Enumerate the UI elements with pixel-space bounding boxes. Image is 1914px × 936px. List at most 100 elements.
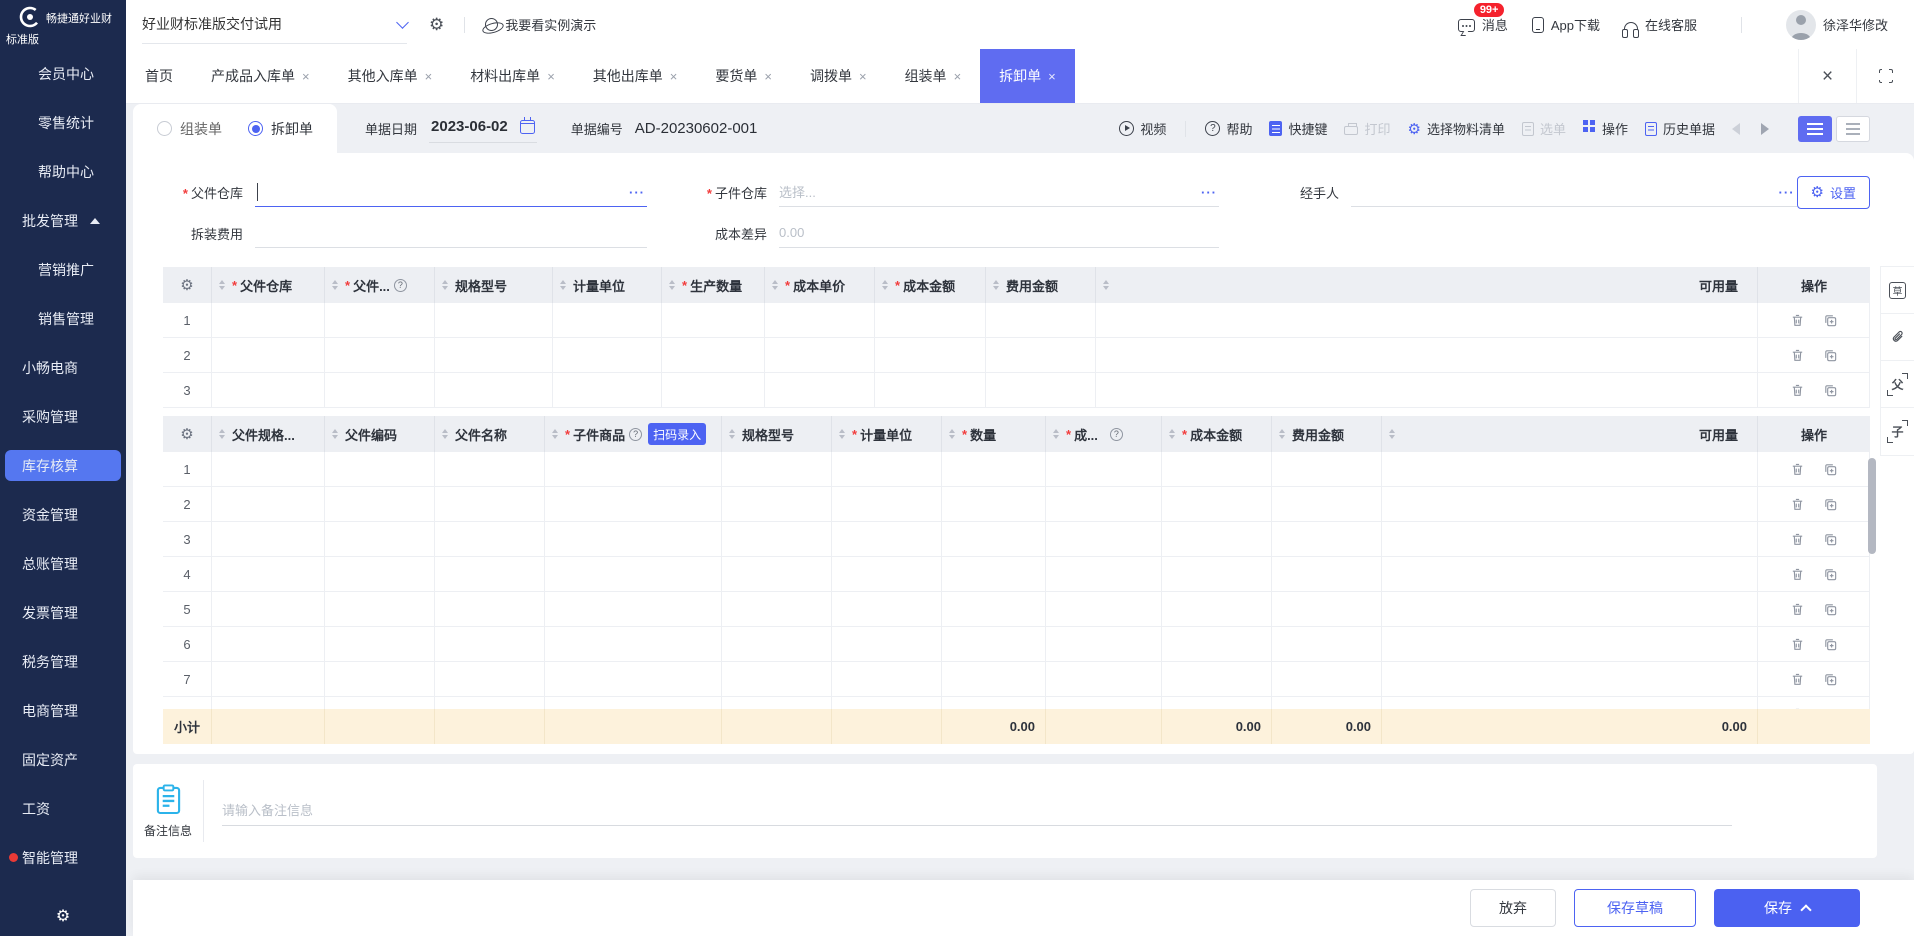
col-available-qty[interactable]: 可用量 (1096, 267, 1758, 303)
cell[interactable] (545, 662, 722, 696)
cell[interactable] (1046, 452, 1162, 486)
cell[interactable] (553, 338, 662, 372)
delete-row-icon[interactable] (1790, 567, 1805, 582)
sidebar-item-help-center[interactable]: 帮助中心 (0, 147, 126, 196)
cell[interactable] (545, 452, 722, 486)
parent-expand-tool-button[interactable]: 父 (1881, 361, 1914, 408)
cell[interactable] (325, 487, 435, 521)
copy-row-icon[interactable] (1823, 567, 1838, 582)
delete-row-icon[interactable] (1790, 637, 1805, 652)
cell[interactable] (662, 303, 765, 337)
tab-disassembly-active[interactable]: 拆卸单 × (980, 49, 1075, 103)
cell[interactable] (1272, 697, 1382, 709)
ellipsis-picker-icon[interactable] (629, 185, 645, 200)
delete-row-icon[interactable] (1790, 672, 1805, 687)
cell[interactable] (212, 303, 325, 337)
col-child-item[interactable]: 子件商品扫码录入 (545, 416, 722, 452)
help-circle-icon[interactable] (629, 427, 643, 441)
cell[interactable] (1046, 522, 1162, 556)
tab-transfer[interactable]: 调拨单 × (791, 49, 886, 103)
attachment-tool-button[interactable] (1881, 314, 1914, 361)
hotkey-button[interactable]: 快捷键 (1269, 119, 1327, 138)
cell[interactable] (765, 373, 875, 407)
cell[interactable] (722, 662, 832, 696)
tab-finished-goods-receipt[interactable]: 产成品入库单 × (192, 49, 329, 103)
cell[interactable] (1382, 697, 1758, 709)
sort-icon[interactable] (729, 428, 735, 440)
cell[interactable] (662, 338, 765, 372)
sidebar-item-purchase-mgmt[interactable]: 采购管理 (0, 392, 126, 441)
cell[interactable] (942, 452, 1046, 486)
cell[interactable] (832, 592, 942, 626)
cell[interactable] (942, 487, 1046, 521)
sort-icon[interactable] (772, 279, 778, 291)
col-fee-amount[interactable]: 费用金额 (1272, 416, 1382, 452)
col-available-qty[interactable]: 可用量 (1382, 416, 1758, 452)
cell[interactable] (435, 522, 545, 556)
save-draft-button[interactable]: 保存草稿 (1574, 889, 1696, 927)
cell[interactable] (325, 452, 435, 486)
sidebar-item-tax-mgmt[interactable]: 税务管理 (0, 637, 126, 686)
next-arrow-icon[interactable] (1761, 122, 1769, 135)
sidebar-item-smart-mgmt[interactable]: 智能管理 (0, 833, 126, 882)
cell[interactable] (545, 487, 722, 521)
cell[interactable] (722, 697, 832, 709)
cell[interactable] (435, 557, 545, 591)
col-unit[interactable]: 计量单位 (832, 416, 942, 452)
cell[interactable] (553, 303, 662, 337)
close-all-tabs-button[interactable]: × (1798, 49, 1856, 103)
cell[interactable] (875, 373, 986, 407)
cell[interactable] (545, 522, 722, 556)
cell[interactable] (212, 697, 325, 709)
select-bom-button[interactable]: 选择物料清单 (1407, 119, 1505, 138)
delete-row-icon[interactable] (1790, 383, 1805, 398)
sort-icon[interactable] (1103, 279, 1109, 291)
tab-other-receipt[interactable]: 其他入库单 × (329, 49, 452, 103)
sort-icon[interactable] (1053, 428, 1059, 440)
sort-icon[interactable] (332, 428, 338, 440)
col-unit-cost[interactable]: 成... (1046, 416, 1162, 452)
org-selector[interactable]: 好业财标准版交付试用 (142, 14, 409, 44)
cell[interactable] (1272, 662, 1382, 696)
sort-icon[interactable] (552, 428, 558, 440)
cell[interactable] (1382, 522, 1758, 556)
sort-icon[interactable] (1389, 428, 1395, 440)
cell[interactable] (1162, 662, 1272, 696)
fee-input[interactable] (255, 218, 647, 248)
col-spec-model[interactable]: 规格型号 (435, 267, 553, 303)
delete-row-icon[interactable] (1790, 602, 1805, 617)
sidebar-item-general-ledger[interactable]: 总账管理 (0, 539, 126, 588)
sort-icon[interactable] (839, 428, 845, 440)
col-parent-warehouse[interactable]: 父件仓库 (212, 267, 325, 303)
cell[interactable] (1382, 452, 1758, 486)
cell[interactable] (1382, 627, 1758, 661)
copy-row-icon[interactable] (1823, 637, 1838, 652)
sidebar-item-fixed-assets[interactable]: 固定资产 (0, 735, 126, 784)
cell[interactable] (1162, 557, 1272, 591)
cell[interactable] (832, 522, 942, 556)
cell[interactable] (435, 697, 545, 709)
sort-icon[interactable] (882, 279, 888, 291)
cell[interactable] (325, 697, 435, 709)
delete-row-icon[interactable] (1790, 348, 1805, 363)
cell[interactable] (1046, 662, 1162, 696)
cell[interactable] (212, 522, 325, 556)
cell[interactable] (1162, 522, 1272, 556)
cell[interactable] (435, 487, 545, 521)
cell[interactable] (212, 452, 325, 486)
sidebar-item-payroll[interactable]: 工资 (0, 784, 126, 833)
cost-diff-input[interactable]: 0.00 (779, 218, 1219, 248)
cell[interactable] (212, 592, 325, 626)
fullscreen-button[interactable] (1856, 49, 1914, 103)
cell[interactable] (942, 662, 1046, 696)
cell[interactable] (325, 557, 435, 591)
cell[interactable] (1272, 592, 1382, 626)
cell[interactable] (212, 557, 325, 591)
sort-icon[interactable] (560, 279, 566, 291)
cell[interactable] (325, 373, 435, 407)
cell[interactable] (1046, 487, 1162, 521)
tab-assembly[interactable]: 组装单 × (886, 49, 981, 103)
cell[interactable] (1272, 522, 1382, 556)
cell[interactable] (942, 697, 1046, 709)
cell[interactable] (212, 338, 325, 372)
